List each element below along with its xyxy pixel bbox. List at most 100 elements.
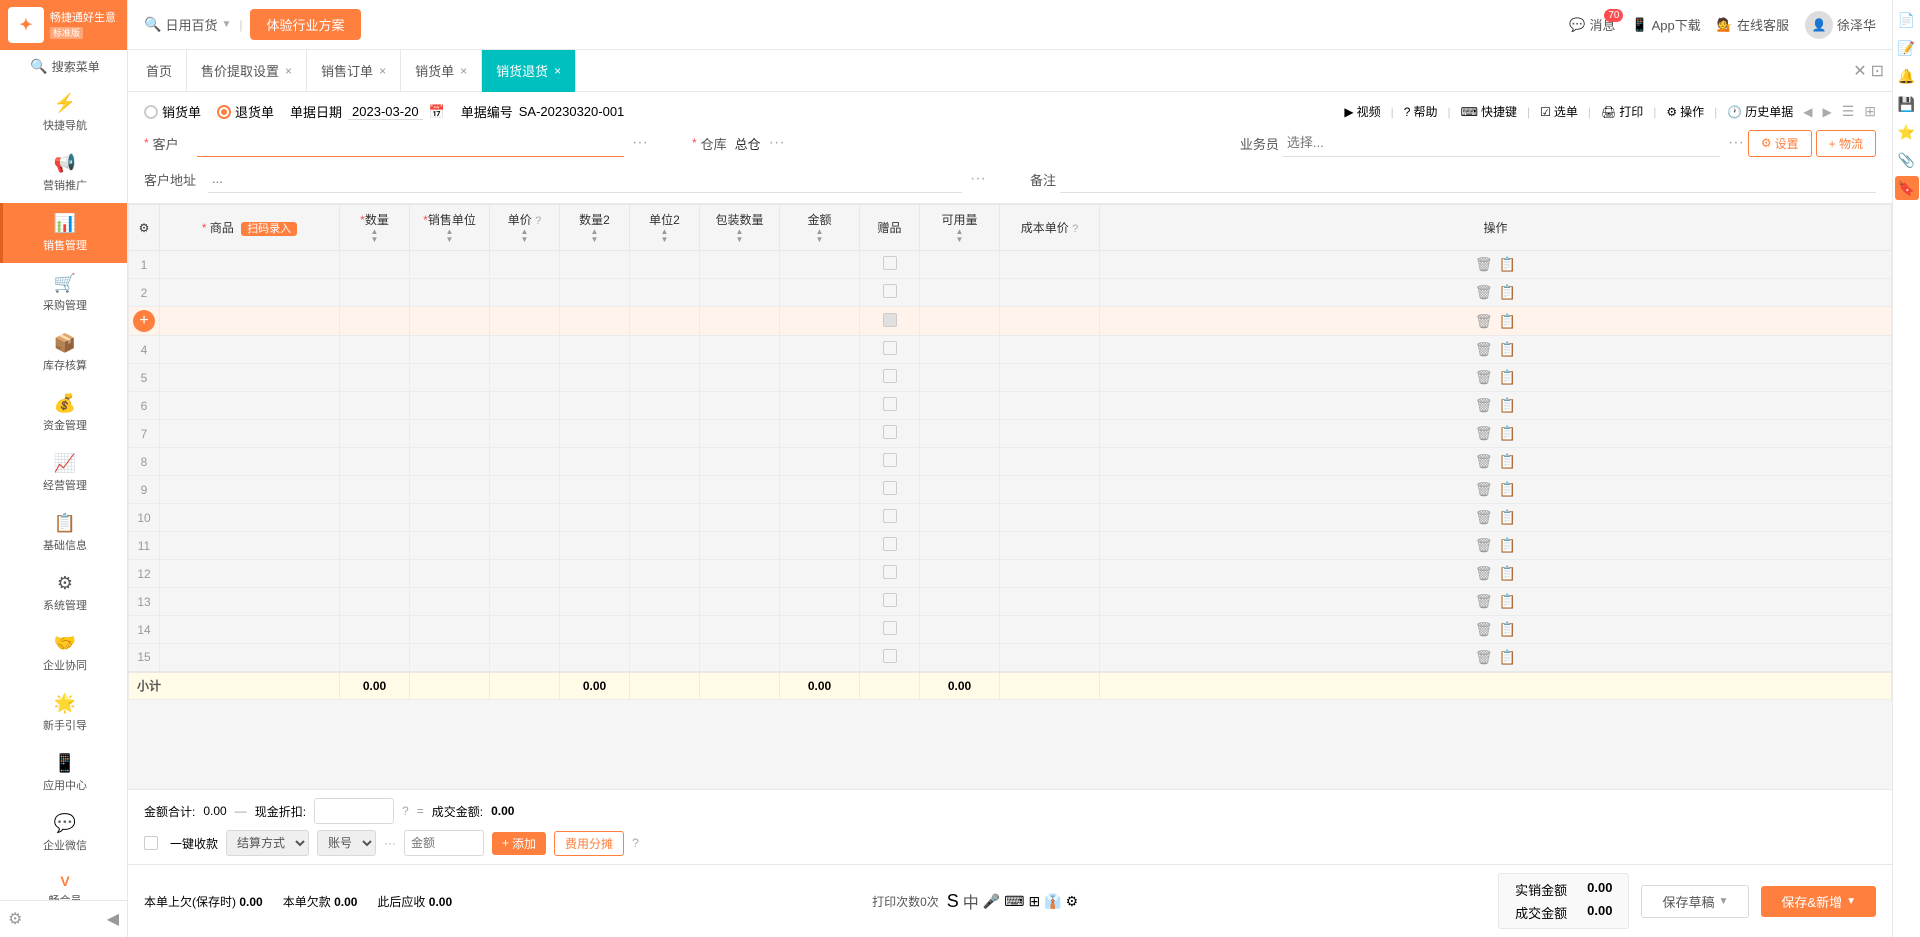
- gift-checkbox-2[interactable]: [883, 284, 897, 298]
- topbar-nav-search[interactable]: 🔍 日用百货 ▼: [144, 15, 231, 34]
- pkg-qty-cell-1[interactable]: [700, 251, 780, 279]
- del-6[interactable]: 🗑: [1475, 397, 1493, 414]
- right-sidebar-bell-btn[interactable]: 🔔: [1895, 64, 1919, 88]
- del-4[interactable]: 🗑: [1475, 341, 1493, 358]
- customer-select-btn[interactable]: ···: [628, 134, 652, 152]
- topbar-message-btn[interactable]: 💬 消息 70: [1569, 15, 1615, 34]
- toolbar-shortcut[interactable]: ⌨ 快捷键: [1461, 103, 1517, 120]
- row-copy-btn-1[interactable]: 📋: [1499, 256, 1516, 273]
- sidebar-item-wechat[interactable]: 💬 企业微信: [0, 803, 127, 863]
- settings-icon2[interactable]: ⚙: [1066, 893, 1079, 910]
- unit2-cell-2[interactable]: [630, 279, 700, 307]
- sidebar-item-operations[interactable]: 📈 经营管理: [0, 443, 127, 503]
- expense-split-btn[interactable]: 费用分摊: [554, 831, 624, 856]
- discount-input[interactable]: [314, 798, 394, 824]
- row-delete-btn-2[interactable]: 🗑: [1475, 284, 1493, 301]
- unit2-cell-active[interactable]: [630, 307, 700, 336]
- copy-6[interactable]: 📋: [1499, 397, 1516, 414]
- payment-checkbox[interactable]: [144, 836, 158, 850]
- cost-price-cell-2[interactable]: [1000, 279, 1100, 307]
- account-select[interactable]: 账号: [317, 830, 376, 856]
- toolbar-history[interactable]: 🕐 历史单据: [1727, 103, 1793, 120]
- doc-date-value[interactable]: 2023-03-20: [348, 104, 423, 120]
- copy-13[interactable]: 📋: [1499, 593, 1516, 610]
- sale-unit-cell-2[interactable]: [410, 279, 490, 307]
- cost-price-help[interactable]: ?: [1072, 223, 1078, 235]
- right-sidebar-doc-btn[interactable]: 📄: [1895, 8, 1919, 32]
- right-sidebar-note-btn[interactable]: 📝: [1895, 36, 1919, 60]
- addr-select-btn[interactable]: ···: [966, 170, 990, 188]
- row-delete-btn-active[interactable]: 🗑: [1475, 313, 1493, 330]
- del-11[interactable]: 🗑: [1475, 537, 1493, 554]
- unit2-sort[interactable]: ▲▼: [634, 228, 695, 244]
- th-gear[interactable]: ⚙: [129, 205, 160, 251]
- sidebar-item-system[interactable]: ⚙ 系统管理: [0, 563, 127, 623]
- tab-home[interactable]: 首页: [132, 50, 187, 92]
- del-12[interactable]: 🗑: [1475, 565, 1493, 582]
- available-cell-1[interactable]: [920, 251, 1000, 279]
- customer-input[interactable]: [197, 129, 624, 157]
- scan-btn[interactable]: 扫码录入: [241, 222, 297, 236]
- tab-sales-return[interactable]: 销货退货 ×: [482, 50, 576, 92]
- sidebar-item-marketing[interactable]: 📢 营销推广: [0, 143, 127, 203]
- sidebar-item-finance[interactable]: 💰 资金管理: [0, 383, 127, 443]
- cost-price-cell-1[interactable]: [1000, 251, 1100, 279]
- product-input-active[interactable]: [164, 314, 335, 328]
- tab-sale-price-setting[interactable]: 售价提取设置 ×: [187, 50, 307, 92]
- topbar-user[interactable]: 👤 徐泽华: [1805, 11, 1876, 39]
- sidebar-item-inventory[interactable]: 📦 库存核算: [0, 323, 127, 383]
- radio-return[interactable]: 退货单: [217, 102, 274, 121]
- copy-4[interactable]: 📋: [1499, 341, 1516, 358]
- calendar-icon[interactable]: 📅: [429, 104, 445, 120]
- sidebar-item-shortcut[interactable]: ⚡ 快捷导航: [0, 83, 127, 143]
- sidebar-item-purchase[interactable]: 🛒 采购管理: [0, 263, 127, 323]
- sidebar-collapse-btn[interactable]: ◀: [107, 909, 119, 929]
- qty-cell-2[interactable]: [340, 279, 410, 307]
- shirt-icon[interactable]: 👔: [1044, 893, 1061, 910]
- amount-cell-1[interactable]: [780, 251, 860, 279]
- gift-checkbox-1[interactable]: [883, 256, 897, 270]
- add-row-btn[interactable]: +: [133, 310, 155, 332]
- row-copy-btn-active[interactable]: 📋: [1499, 313, 1516, 330]
- table-scroll[interactable]: ⚙ * 商品 扫码录入 *数量 ▲▼: [128, 204, 1892, 789]
- pkg-qty-cell-active[interactable]: [700, 307, 780, 336]
- del-8[interactable]: 🗑: [1475, 453, 1493, 470]
- gift-cell-1[interactable]: [860, 251, 920, 279]
- copy-12[interactable]: 📋: [1499, 565, 1516, 582]
- warehouse-select-btn[interactable]: ···: [765, 134, 789, 152]
- del-5[interactable]: 🗑: [1475, 369, 1493, 386]
- qty-cell-active[interactable]: [340, 307, 410, 336]
- add-logistics-btn[interactable]: + 物流: [1816, 130, 1876, 157]
- unit-price-cell-2[interactable]: [490, 279, 560, 307]
- amount-input[interactable]: [404, 830, 484, 856]
- right-sidebar-star-btn[interactable]: ⭐: [1895, 120, 1919, 144]
- qty2-cell-2[interactable]: [560, 279, 630, 307]
- save-new-btn[interactable]: 保存&新增 ▼: [1761, 886, 1876, 917]
- chinese-icon[interactable]: 中: [963, 889, 979, 913]
- gift-cell-active[interactable]: [860, 307, 920, 336]
- available-sort[interactable]: ▲▼: [924, 228, 995, 244]
- del-7[interactable]: 🗑: [1475, 425, 1493, 442]
- del-10[interactable]: 🗑: [1475, 509, 1493, 526]
- sidebar-item-member[interactable]: V 畅会员: [0, 863, 127, 900]
- history-next-btn[interactable]: ▶: [1822, 105, 1831, 119]
- gift-checkbox-active[interactable]: [883, 313, 897, 327]
- view-list-btn[interactable]: ☰: [1842, 103, 1855, 120]
- unit-price-cell-active[interactable]: [490, 307, 560, 336]
- row-copy-btn-2[interactable]: 📋: [1499, 284, 1516, 301]
- unit-price-help[interactable]: ?: [535, 215, 541, 227]
- sidebar-item-appcenter[interactable]: 📱 应用中心: [0, 743, 127, 803]
- tab-sales-return-close[interactable]: ×: [554, 64, 561, 78]
- tab-close-all-btn[interactable]: ✕: [1853, 61, 1866, 81]
- right-sidebar-active-btn[interactable]: 🔖: [1895, 176, 1919, 200]
- del-15[interactable]: 🗑: [1475, 649, 1493, 666]
- qty2-sort[interactable]: ▲▼: [564, 228, 625, 244]
- copy-14[interactable]: 📋: [1499, 621, 1516, 638]
- topbar-app-download[interactable]: 📱 App下载: [1631, 15, 1700, 34]
- row-delete-btn-1[interactable]: 🗑: [1475, 256, 1493, 273]
- expense-help-icon[interactable]: ?: [632, 836, 639, 850]
- add-payment-btn[interactable]: + 添加: [492, 832, 546, 855]
- copy-9[interactable]: 📋: [1499, 481, 1516, 498]
- copy-11[interactable]: 📋: [1499, 537, 1516, 554]
- topbar-online-service[interactable]: 💁 在线客服: [1717, 15, 1789, 34]
